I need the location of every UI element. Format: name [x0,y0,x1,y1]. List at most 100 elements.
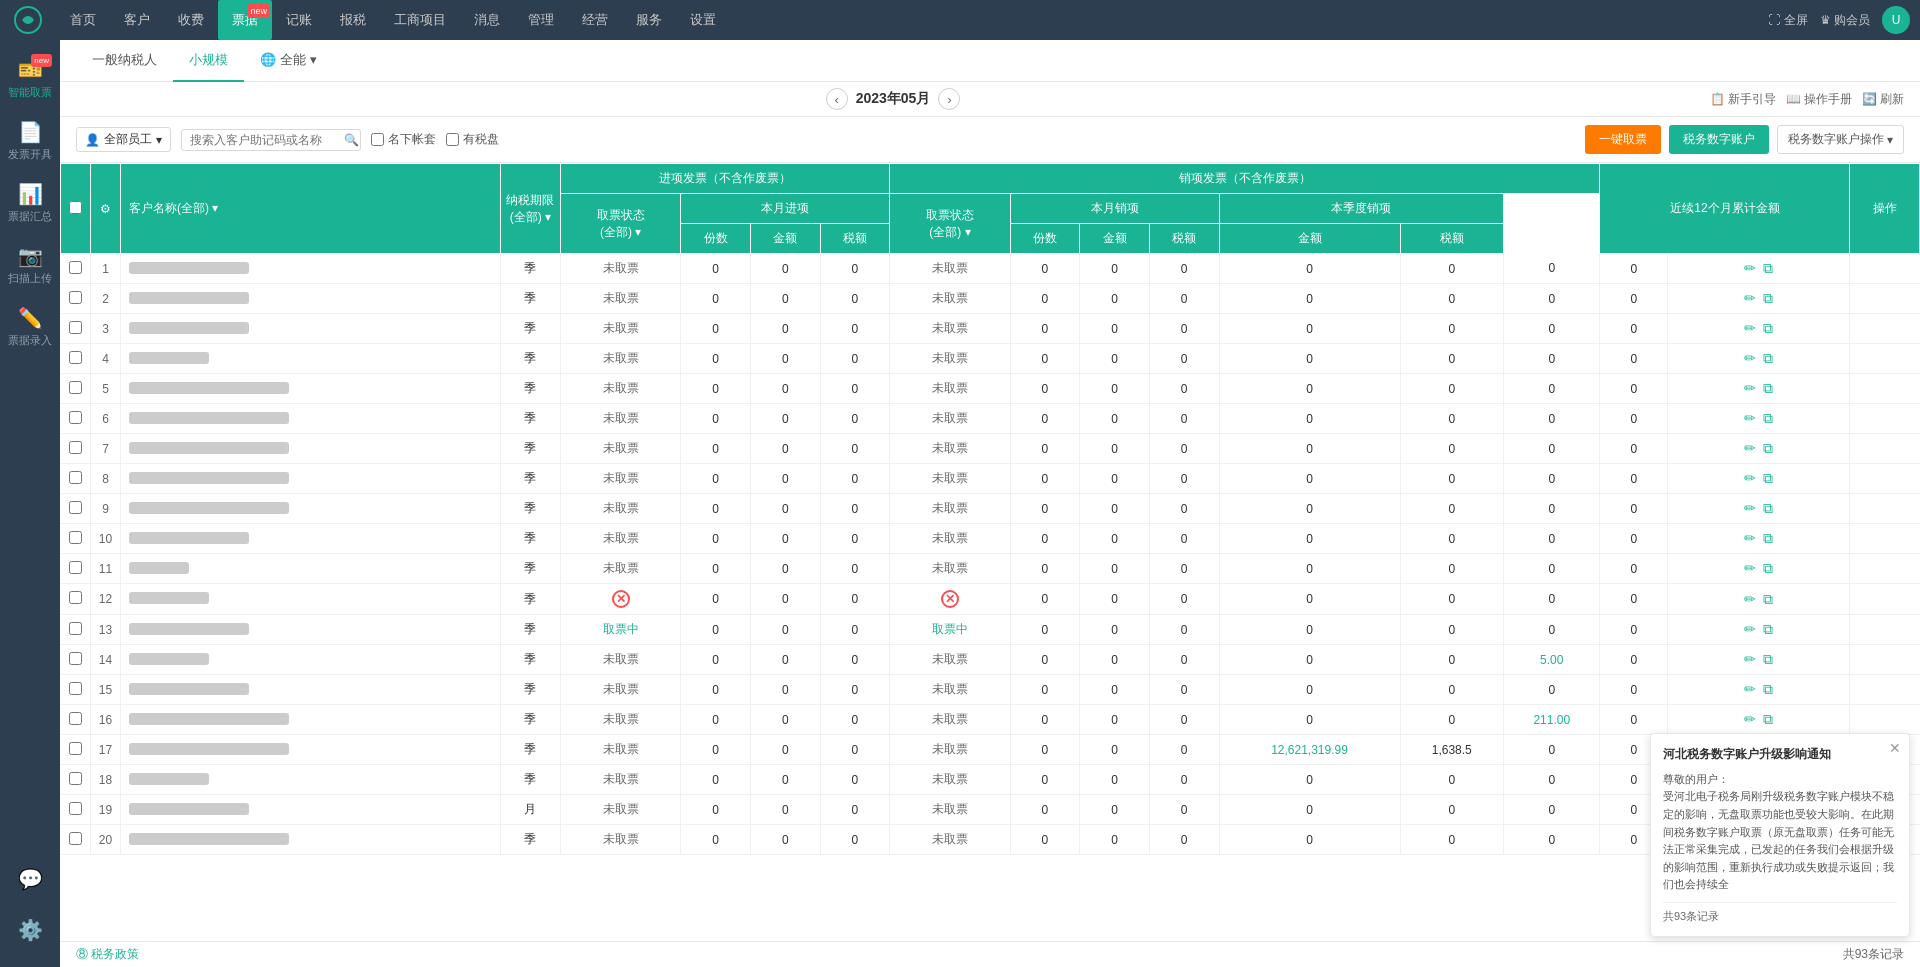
row-checkbox[interactable] [69,561,82,574]
sidebar-item-ticket-summary[interactable]: 📊 票据汇总 [2,174,58,232]
row-checkbox[interactable] [69,381,82,394]
edit-icon[interactable]: ✏ [1742,651,1758,667]
copy-icon[interactable]: ⧉ [1761,380,1775,396]
sidebar-item-invoice-issue[interactable]: 📄 发票开具 [2,112,58,170]
member-btn[interactable]: ♛ 购会员 [1820,12,1870,29]
notification-close-btn[interactable]: ✕ [1889,740,1901,756]
tax-digital-account-ops-btn[interactable]: 税务数字账户操作 ▾ [1777,125,1904,154]
row-checkbox[interactable] [69,471,82,484]
row-checkbox[interactable] [69,832,82,845]
one-click-ticket-btn[interactable]: 一键取票 [1585,125,1661,154]
edit-icon[interactable]: ✏ [1742,380,1758,396]
nav-operation[interactable]: 经营 [568,0,622,40]
edit-icon[interactable]: ✏ [1742,500,1758,516]
row-checkbox[interactable] [69,351,82,364]
row-checkbox[interactable] [69,441,82,454]
nav-ticket[interactable]: 票据 new [218,0,272,40]
edit-icon[interactable]: ✏ [1742,530,1758,546]
new-guide-link[interactable]: 📋 新手引导 [1710,91,1776,108]
edit-icon[interactable]: ✏ [1742,621,1758,637]
copy-icon[interactable]: ⧉ [1761,500,1775,516]
tax-digital-account-btn[interactable]: 税务数字账户 [1669,125,1769,154]
copy-icon[interactable]: ⧉ [1761,651,1775,667]
copy-icon[interactable]: ⧉ [1761,560,1775,576]
nav-home[interactable]: 首页 [56,0,110,40]
refresh-link[interactable]: 🔄 刷新 [1862,91,1904,108]
nav-customer[interactable]: 客户 [110,0,164,40]
sidebar-item-scan-upload[interactable]: 📷 扫描上传 [2,236,58,294]
row-checkbox[interactable] [69,622,82,635]
fullscreen-btn[interactable]: ⛶ 全屏 [1768,12,1807,29]
copy-icon[interactable]: ⧉ [1761,290,1775,306]
account-checkbox[interactable] [371,133,384,146]
th-out-status[interactable]: 取票状态(全部) ▾ [890,194,1010,254]
nav-fee[interactable]: 收费 [164,0,218,40]
sidebar-item-smart-ticket[interactable]: 🎫 智能取票 new [2,50,58,108]
row-checkbox[interactable] [69,321,82,334]
edit-icon[interactable]: ✏ [1742,560,1758,576]
tab-general-taxpayer[interactable]: 一般纳税人 [76,40,173,82]
search-input[interactable] [190,133,340,147]
sidebar-item-config[interactable]: ⚙️ [2,910,58,953]
row-checkbox[interactable] [69,291,82,304]
copy-icon[interactable]: ⧉ [1761,350,1775,366]
th-in-status[interactable]: 取票状态(全部) ▾ [560,194,680,254]
row-checkbox[interactable] [69,531,82,544]
edit-icon[interactable]: ✏ [1742,591,1758,607]
nav-manage[interactable]: 管理 [514,0,568,40]
select-all-checkbox[interactable] [69,201,82,214]
edit-icon[interactable]: ✏ [1742,320,1758,336]
edit-icon[interactable]: ✏ [1742,470,1758,486]
row-checkbox[interactable] [69,772,82,785]
row-checkbox[interactable] [69,712,82,725]
manual-link[interactable]: 📖 操作手册 [1786,91,1852,108]
row-checkbox[interactable] [69,261,82,274]
row-checkbox[interactable] [69,591,82,604]
nav-bookkeeping[interactable]: 记账 [272,0,326,40]
checkbox-taxdisk[interactable]: 有税盘 [446,131,499,148]
th-period[interactable]: 纳税期限(全部) ▾ [500,164,560,254]
row-checkbox[interactable] [69,411,82,424]
edit-icon[interactable]: ✏ [1742,290,1758,306]
copy-icon[interactable]: ⧉ [1761,410,1775,426]
copy-icon[interactable]: ⧉ [1761,320,1775,336]
copy-icon[interactable]: ⧉ [1761,470,1775,486]
tab-all[interactable]: 🌐 全能 ▾ [244,40,333,82]
taxdisk-checkbox[interactable] [446,133,459,146]
nav-message[interactable]: 消息 [460,0,514,40]
tax-policy-link[interactable]: ⑧ 税务政策 [76,946,139,963]
edit-icon[interactable]: ✏ [1742,681,1758,697]
copy-icon[interactable]: ⧉ [1761,711,1775,727]
row-checkbox[interactable] [69,802,82,815]
row-checkbox[interactable] [69,501,82,514]
accum-amount-link[interactable]: 211.00 [1533,713,1570,727]
copy-icon[interactable]: ⧉ [1761,591,1775,607]
sidebar-item-chat[interactable]: 💬 [2,859,58,902]
quarter-amount-link[interactable]: 12,621,319.99 [1271,743,1348,757]
row-checkbox[interactable] [69,682,82,695]
prev-month-btn[interactable]: ‹ [826,88,848,110]
edit-icon[interactable]: ✏ [1742,350,1758,366]
row-checkbox[interactable] [69,652,82,665]
tab-small-scale[interactable]: 小规模 [173,40,244,82]
copy-icon[interactable]: ⧉ [1761,440,1775,456]
edit-icon[interactable]: ✏ [1742,410,1758,426]
app-logo[interactable] [10,2,46,38]
search-icon[interactable]: 🔍 [344,133,359,147]
nav-settings[interactable]: 设置 [676,0,730,40]
avatar[interactable]: U [1882,6,1910,34]
row-checkbox[interactable] [69,742,82,755]
nav-business[interactable]: 工商项目 [380,0,460,40]
next-month-btn[interactable]: › [938,88,960,110]
th-customer-name[interactable]: 客户名称(全部) ▾ [121,164,501,254]
sidebar-item-ticket-entry[interactable]: ✏️ 票据录入 [2,298,58,356]
staff-select[interactable]: 👤 全部员工 ▾ [76,127,171,152]
copy-icon[interactable]: ⧉ [1761,260,1775,276]
copy-icon[interactable]: ⧉ [1761,681,1775,697]
accum-amount-link[interactable]: 5.00 [1540,653,1563,667]
nav-tax[interactable]: 报税 [326,0,380,40]
copy-icon[interactable]: ⧉ [1761,530,1775,546]
edit-icon[interactable]: ✏ [1742,711,1758,727]
nav-service[interactable]: 服务 [622,0,676,40]
checkbox-account[interactable]: 名下帐套 [371,131,436,148]
